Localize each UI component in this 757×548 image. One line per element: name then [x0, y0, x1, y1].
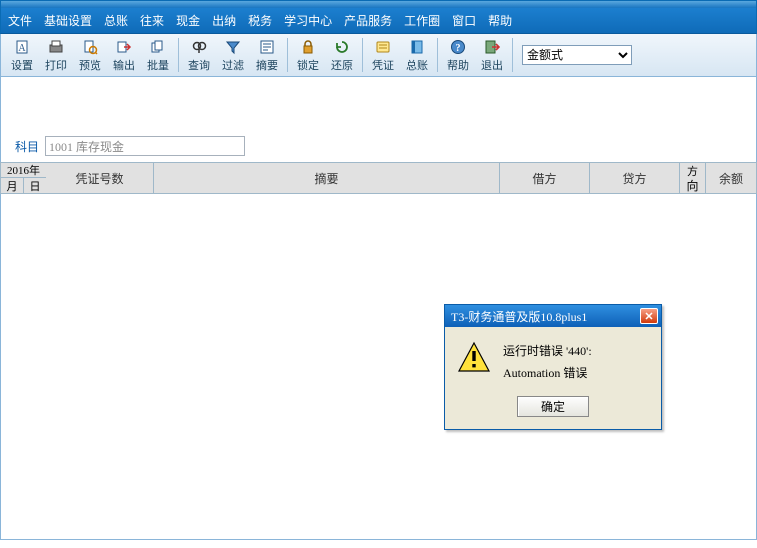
menu-workspace[interactable]: 工作圈: [401, 10, 443, 31]
toolbar-ledger-button[interactable]: 总账: [400, 36, 434, 74]
export-icon: [116, 38, 132, 56]
toolbar-separator: [362, 38, 363, 72]
exit-icon: [484, 38, 500, 56]
col-credit: 贷方: [590, 163, 680, 193]
query-icon: [191, 38, 207, 56]
toolbar-summary-button[interactable]: 摘要: [250, 36, 284, 74]
menu-window[interactable]: 窗口: [449, 10, 479, 31]
col-voucher: 凭证号数: [46, 163, 154, 193]
subject-row: 科目: [15, 136, 245, 156]
toolbar-export-button[interactable]: 输出: [107, 36, 141, 74]
col-month: 月: [1, 178, 24, 193]
close-icon: ✕: [644, 310, 653, 323]
toolbar-print-button[interactable]: 打印: [39, 36, 73, 74]
col-debit: 借方: [500, 163, 590, 193]
svg-text:A: A: [18, 43, 26, 54]
dialog-line1: 运行时错误 '440':: [503, 341, 592, 363]
toolbar-filter-label: 过滤: [222, 57, 244, 73]
restore-icon: [334, 38, 350, 56]
toolbar-voucher-button[interactable]: 凭证: [366, 36, 400, 74]
settings-icon: A: [14, 38, 30, 56]
dialog-close-button[interactable]: ✕: [640, 308, 658, 324]
toolbar-help-label: 帮助: [447, 57, 469, 73]
dialog-buttons: 确定: [445, 390, 661, 429]
toolbar-filter-button[interactable]: 过滤: [216, 36, 250, 74]
toolbar-lock-button[interactable]: 锁定: [291, 36, 325, 74]
menu-file[interactable]: 文件: [5, 10, 35, 31]
error-dialog: T3-财务通普及版10.8plus1 ✕ 运行时错误 '440': Automa…: [444, 304, 662, 430]
toolbar-query-button[interactable]: 查询: [182, 36, 216, 74]
toolbar-export-label: 输出: [113, 57, 135, 73]
menu-basic-settings[interactable]: 基础设置: [41, 10, 95, 31]
menubar: 文件 基础设置 总账 往来 现金 出纳 税务 学习中心 产品服务 工作圈 窗口 …: [0, 8, 757, 34]
toolbar-exit-button[interactable]: 退出: [475, 36, 509, 74]
col-year: 2016年: [1, 163, 46, 178]
col-direction: 方 向: [680, 163, 706, 193]
warning-icon: [457, 341, 491, 384]
toolbar-settings-label: 设置: [11, 57, 33, 73]
col-summary: 摘要: [154, 163, 500, 193]
filter-icon: [225, 38, 241, 56]
toolbar-summary-label: 摘要: [256, 57, 278, 73]
help-icon: ?: [450, 38, 466, 56]
toolbar-restore-button[interactable]: 还原: [325, 36, 359, 74]
col-day: 日: [24, 178, 46, 193]
dialog-text: 运行时错误 '440': Automation 错误: [503, 341, 592, 384]
toolbar-batch-button[interactable]: 批量: [141, 36, 175, 74]
menu-tax[interactable]: 税务: [245, 10, 275, 31]
toolbar-settings-button[interactable]: A 设置: [5, 36, 39, 74]
toolbar-preview-label: 预览: [79, 57, 101, 73]
toolbar-query-label: 查询: [188, 57, 210, 73]
toolbar-restore-label: 还原: [331, 57, 353, 73]
toolbar-separator: [287, 38, 288, 72]
dialog-titlebar[interactable]: T3-财务通普及版10.8plus1 ✕: [445, 305, 661, 327]
menu-cashier[interactable]: 出纳: [209, 10, 239, 31]
batch-icon: [150, 38, 166, 56]
toolbar-exit-label: 退出: [481, 57, 503, 73]
print-icon: [48, 38, 64, 56]
menu-products[interactable]: 产品服务: [341, 10, 395, 31]
col-date-group: 2016年 月 日: [0, 163, 46, 193]
subheader-area: 科目: [0, 77, 757, 162]
window-titlebar-gradient: [0, 0, 757, 8]
toolbar-help-button[interactable]: ? 帮助: [441, 36, 475, 74]
dialog-title-text: T3-财务通普及版10.8plus1: [451, 308, 587, 325]
dialog-body: 运行时错误 '440': Automation 错误: [445, 327, 661, 390]
col-balance: 余额: [706, 163, 757, 193]
menu-cash[interactable]: 现金: [173, 10, 203, 31]
toolbar-voucher-label: 凭证: [372, 57, 394, 73]
subject-select[interactable]: [45, 136, 245, 156]
toolbar-batch-label: 批量: [147, 57, 169, 73]
ledger-icon: [409, 38, 425, 56]
toolbar-format-dropdown[interactable]: 金额式: [522, 45, 632, 65]
voucher-icon: [375, 38, 391, 56]
toolbar-ledger-label: 总账: [406, 57, 428, 73]
preview-icon: [82, 38, 98, 56]
dialog-ok-button[interactable]: 确定: [517, 396, 589, 417]
menu-learning[interactable]: 学习中心: [281, 10, 335, 31]
grid-header: 2016年 月 日 凭证号数 摘要 借方 贷方 方 向 余额: [0, 162, 757, 194]
toolbar-preview-button[interactable]: 预览: [73, 36, 107, 74]
menu-help[interactable]: 帮助: [485, 10, 515, 31]
svg-text:?: ?: [456, 43, 461, 54]
toolbar-separator: [437, 38, 438, 72]
lock-icon: [300, 38, 316, 56]
toolbar-print-label: 打印: [45, 57, 67, 73]
toolbar-separator: [178, 38, 179, 72]
toolbar: A 设置打印预览输出批量 查询过滤摘要 锁定还原 凭证总账? 帮助退出 金额式: [0, 34, 757, 77]
menu-general-ledger[interactable]: 总账: [101, 10, 131, 31]
toolbar-separator: [512, 38, 513, 72]
toolbar-format-dropdown-wrap: 金额式: [522, 45, 632, 65]
summary-icon: [259, 38, 275, 56]
toolbar-lock-label: 锁定: [297, 57, 319, 73]
subject-label: 科目: [15, 138, 39, 155]
dialog-line2: Automation 错误: [503, 363, 592, 385]
menu-arap[interactable]: 往来: [137, 10, 167, 31]
